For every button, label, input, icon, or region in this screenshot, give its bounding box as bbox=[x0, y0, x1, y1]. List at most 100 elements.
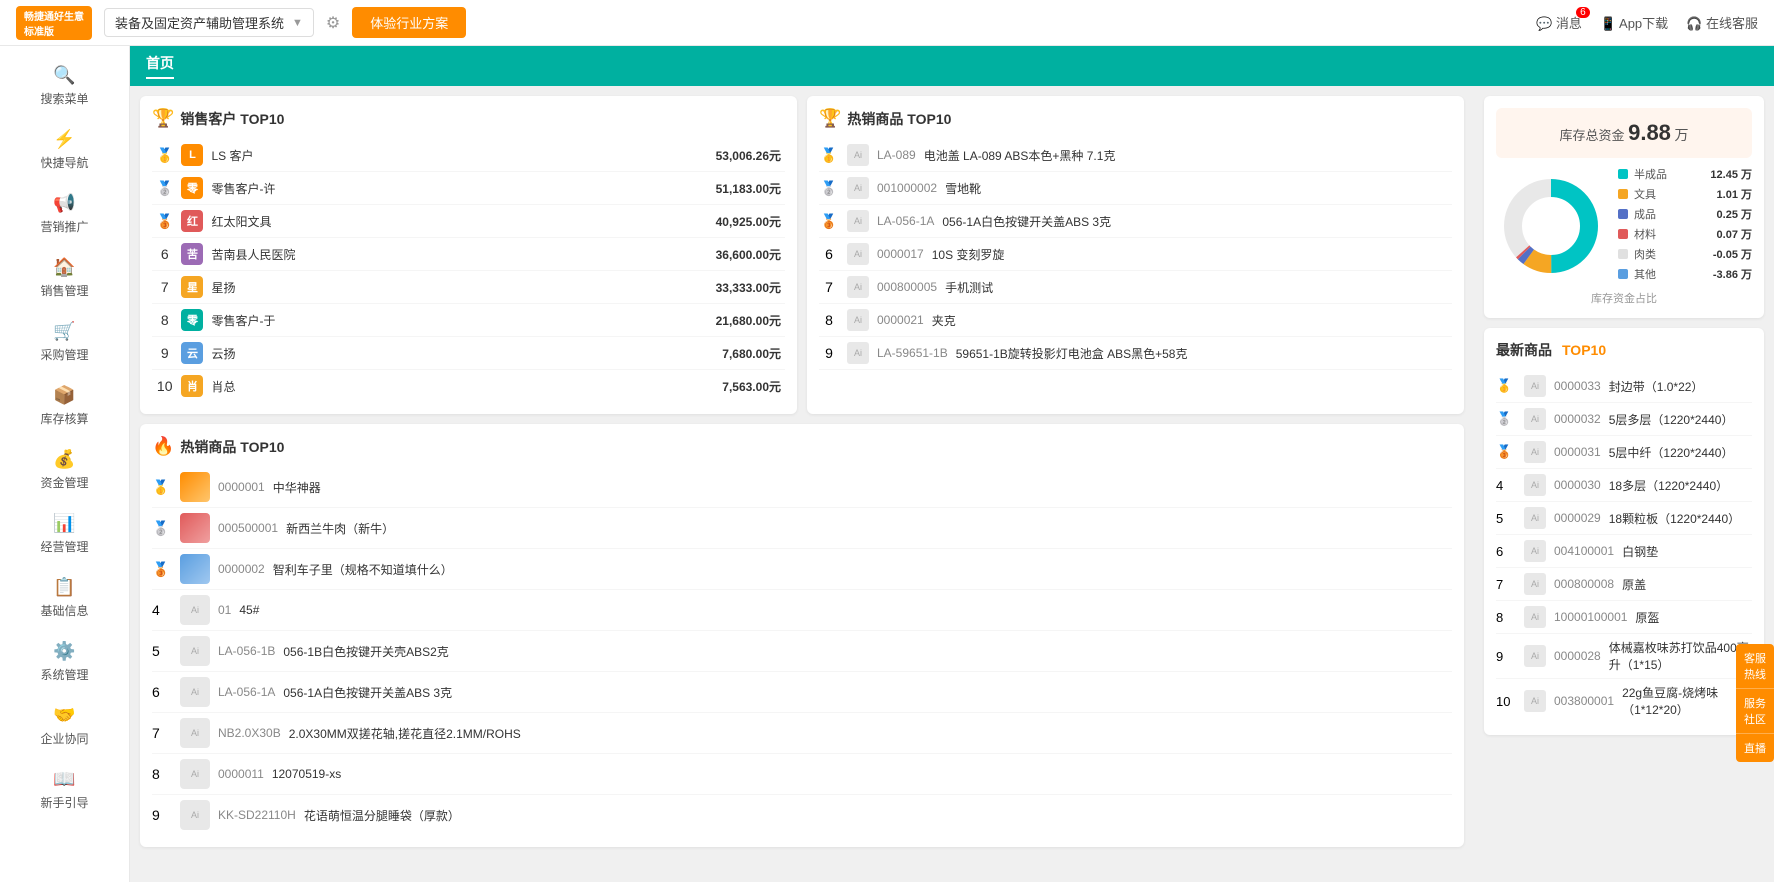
rank-num: 7 bbox=[152, 725, 172, 741]
sidebar-item-purchase[interactable]: 🛒 采购管理 bbox=[6, 311, 123, 373]
sidebar-item-collab[interactable]: 🤝 企业协同 bbox=[6, 695, 123, 757]
sidebar-item-guide[interactable]: 📖 新手引导 bbox=[6, 759, 123, 821]
legend-value: 1.01 万 bbox=[1717, 186, 1752, 202]
rank-num: 10 bbox=[1496, 694, 1516, 709]
customer-name: 红太阳文具 bbox=[207, 205, 528, 238]
legend-dot bbox=[1618, 269, 1628, 279]
content-area: 首页 🏆 销售客户 TOP10 🥇 bbox=[130, 46, 1774, 882]
prod-name: 45# bbox=[239, 603, 259, 617]
sidebar-item-base[interactable]: 📋 基础信息 bbox=[6, 567, 123, 629]
prod-code: 0000021 bbox=[877, 313, 924, 327]
legend-value: -0.05 万 bbox=[1713, 246, 1752, 262]
sidebar-item-sales[interactable]: 🏠 销售管理 bbox=[6, 247, 123, 309]
legend-value: 12.45 万 bbox=[1710, 166, 1752, 182]
trial-button[interactable]: 体验行业方案 bbox=[352, 7, 466, 38]
home-tab[interactable]: 首页 bbox=[146, 53, 174, 79]
legend-item: 其他 -3.86 万 bbox=[1618, 266, 1752, 282]
customer-row: 🥉 红 红太阳文具 40,925.00元 bbox=[152, 205, 785, 238]
badge-cell: 零 bbox=[177, 172, 207, 205]
prod-name: 12070519-xs bbox=[272, 767, 341, 781]
prod-name: 5层中纤（1220*2440） bbox=[1609, 444, 1752, 461]
newest-products-title: 最新商品 TOP10 bbox=[1496, 340, 1752, 360]
app-icon: 📱 bbox=[1600, 16, 1616, 31]
sidebar-item-finance[interactable]: 💰 资金管理 bbox=[6, 439, 123, 501]
prod-name: 2.0X30MM双搓花轴,搓花直径2.1MM/ROHS bbox=[289, 725, 521, 742]
app-download-button[interactable]: 📱 App下载 bbox=[1600, 13, 1668, 32]
prod-code: 0000002 bbox=[218, 562, 265, 576]
rank-num: 🥈 bbox=[152, 520, 172, 537]
prod-code: 01 bbox=[218, 603, 231, 617]
headset-icon: 🎧 bbox=[1686, 16, 1702, 31]
prod-name: 手机测试 bbox=[945, 279, 1452, 296]
new-product-row: 6 Ai 004100001 白钢垫 bbox=[1496, 535, 1752, 568]
rank-cell: 7 bbox=[152, 271, 177, 304]
prod-name: 5层多层（1220*2440） bbox=[1609, 411, 1752, 428]
gear-icon[interactable]: ⚙ bbox=[326, 13, 340, 33]
rank-cell: 6 bbox=[152, 238, 177, 271]
sidebar-item-search[interactable]: 🔍 搜索菜单 bbox=[6, 55, 123, 117]
new-prod-thumb: Ai bbox=[1524, 573, 1546, 595]
sidebar-item-inventory[interactable]: 📦 库存核算 bbox=[6, 375, 123, 437]
prod-code: KK-SD22110H bbox=[218, 808, 296, 822]
topbar: 畅捷通好生意 标准版 装备及固定资产辅助管理系统 ▼ ⚙ 体验行业方案 💬 消息… bbox=[0, 0, 1774, 46]
float-btn-0[interactable]: 客服热线 bbox=[1736, 644, 1774, 689]
legend-value: 0.25 万 bbox=[1717, 206, 1752, 222]
hot-products-title: 🔥 热销商品 TOP10 bbox=[152, 436, 1452, 457]
prod-thumb: Ai bbox=[847, 276, 869, 298]
legend-dot bbox=[1618, 249, 1628, 259]
customer-name: 云扬 bbox=[207, 337, 528, 370]
float-btn-2[interactable]: 直播 bbox=[1736, 734, 1774, 762]
content-body: 🏆 销售客户 TOP10 🥇 L LS 客户 53,006.26元 🥈 零 零售… bbox=[130, 86, 1774, 882]
prod-code: 10000100001 bbox=[1554, 610, 1627, 624]
rank-num: 4 bbox=[1496, 478, 1516, 493]
customer-amount: 33,333.00元 bbox=[529, 271, 785, 304]
hot-products-list: 🥇 0000001 中华神器 🥈 000500001 新西兰牛肉（新牛） 🥉 0… bbox=[152, 467, 1452, 835]
customer-amount: 7,563.00元 bbox=[529, 370, 785, 403]
donut-legend: 半成品 12.45 万 文具 1.01 万 成品 0.25 万 材料 0.07 … bbox=[1618, 166, 1752, 286]
new-product-row: 9 Ai 0000028 体械嘉枚味苏打饮品400毫升（1*15） bbox=[1496, 634, 1752, 679]
sold-list: 🥇 Ai LA-089 电池盖 LA-089 ABS本色+黑种 7.1克 🥈 A… bbox=[819, 139, 1452, 370]
customer-row: 7 星 星扬 33,333.00元 bbox=[152, 271, 785, 304]
hot-product-row: 🥇 0000001 中华神器 bbox=[152, 467, 1452, 508]
prod-img bbox=[180, 554, 210, 584]
badge-cell: 星 bbox=[177, 271, 207, 304]
prod-name: 电池盖 LA-089 ABS本色+黑种 7.1克 bbox=[924, 147, 1452, 164]
prod-img: Ai bbox=[180, 800, 210, 830]
legend-dot bbox=[1618, 209, 1628, 219]
new-prod-thumb: Ai bbox=[1524, 507, 1546, 529]
rank-num: 5 bbox=[1496, 511, 1516, 526]
hot-product-row: 9 Ai KK-SD22110H 花语萌恒温分腿睡袋（厚款） bbox=[152, 795, 1452, 835]
rank-cell: 8 bbox=[152, 304, 177, 337]
panels-container: 🏆 销售客户 TOP10 🥇 L LS 客户 53,006.26元 🥈 零 零售… bbox=[130, 86, 1474, 882]
float-btn-1[interactable]: 服务社区 bbox=[1736, 689, 1774, 734]
sidebar-item-marketing[interactable]: 📢 营销推广 bbox=[6, 183, 123, 245]
prod-code: 0000011 bbox=[218, 767, 264, 781]
prod-thumb: Ai bbox=[847, 342, 869, 364]
hot-product-row: 🥉 0000002 智利车子里（规格不知道填什么） bbox=[152, 549, 1452, 590]
system-selector[interactable]: 装备及固定资产辅助管理系统 ▼ bbox=[104, 8, 314, 37]
logo: 畅捷通好生意 标准版 bbox=[16, 6, 92, 40]
prod-name: 056-1A白色按键开关盖ABS 3克 bbox=[942, 213, 1452, 230]
sidebar-item-system[interactable]: ⚙️ 系统管理 bbox=[6, 631, 123, 693]
customer-row: 10 肖 肖总 7,563.00元 bbox=[152, 370, 785, 403]
rank-cell: 9 bbox=[152, 337, 177, 370]
sidebar-item-quicknav[interactable]: ⚡ 快捷导航 bbox=[6, 119, 123, 181]
rank-cell: 🥈 bbox=[152, 172, 177, 205]
customer-amount: 51,183.00元 bbox=[529, 172, 785, 205]
rank-cell: 🥉 bbox=[152, 205, 177, 238]
customer-name: 星扬 bbox=[207, 271, 528, 304]
message-button[interactable]: 💬 消息 6 bbox=[1536, 13, 1582, 32]
online-service-button[interactable]: 🎧 在线客服 bbox=[1686, 13, 1758, 32]
chart-icon: 📊 bbox=[53, 513, 75, 534]
prod-name: 18多层（1220*2440） bbox=[1609, 477, 1752, 494]
megaphone-icon: 📢 bbox=[53, 193, 75, 214]
prod-code: 003800001 bbox=[1554, 694, 1614, 708]
legend-value: 0.07 万 bbox=[1717, 226, 1752, 242]
hot-products-card: 🔥 热销商品 TOP10 🥇 0000001 中华神器 🥈 000500001 … bbox=[140, 424, 1464, 847]
sidebar-item-operations[interactable]: 📊 经营管理 bbox=[6, 503, 123, 565]
new-prod-thumb: Ai bbox=[1524, 474, 1546, 496]
badge-cell: L bbox=[177, 139, 207, 172]
sold-product-row: 9 Ai LA-59651-1B 59651-1B旋转投影灯电池盒 ABS黑色+… bbox=[819, 337, 1452, 370]
rank-num: 🥈 bbox=[819, 180, 839, 197]
top-panels: 🏆 销售客户 TOP10 🥇 L LS 客户 53,006.26元 🥈 零 零售… bbox=[140, 96, 1464, 414]
